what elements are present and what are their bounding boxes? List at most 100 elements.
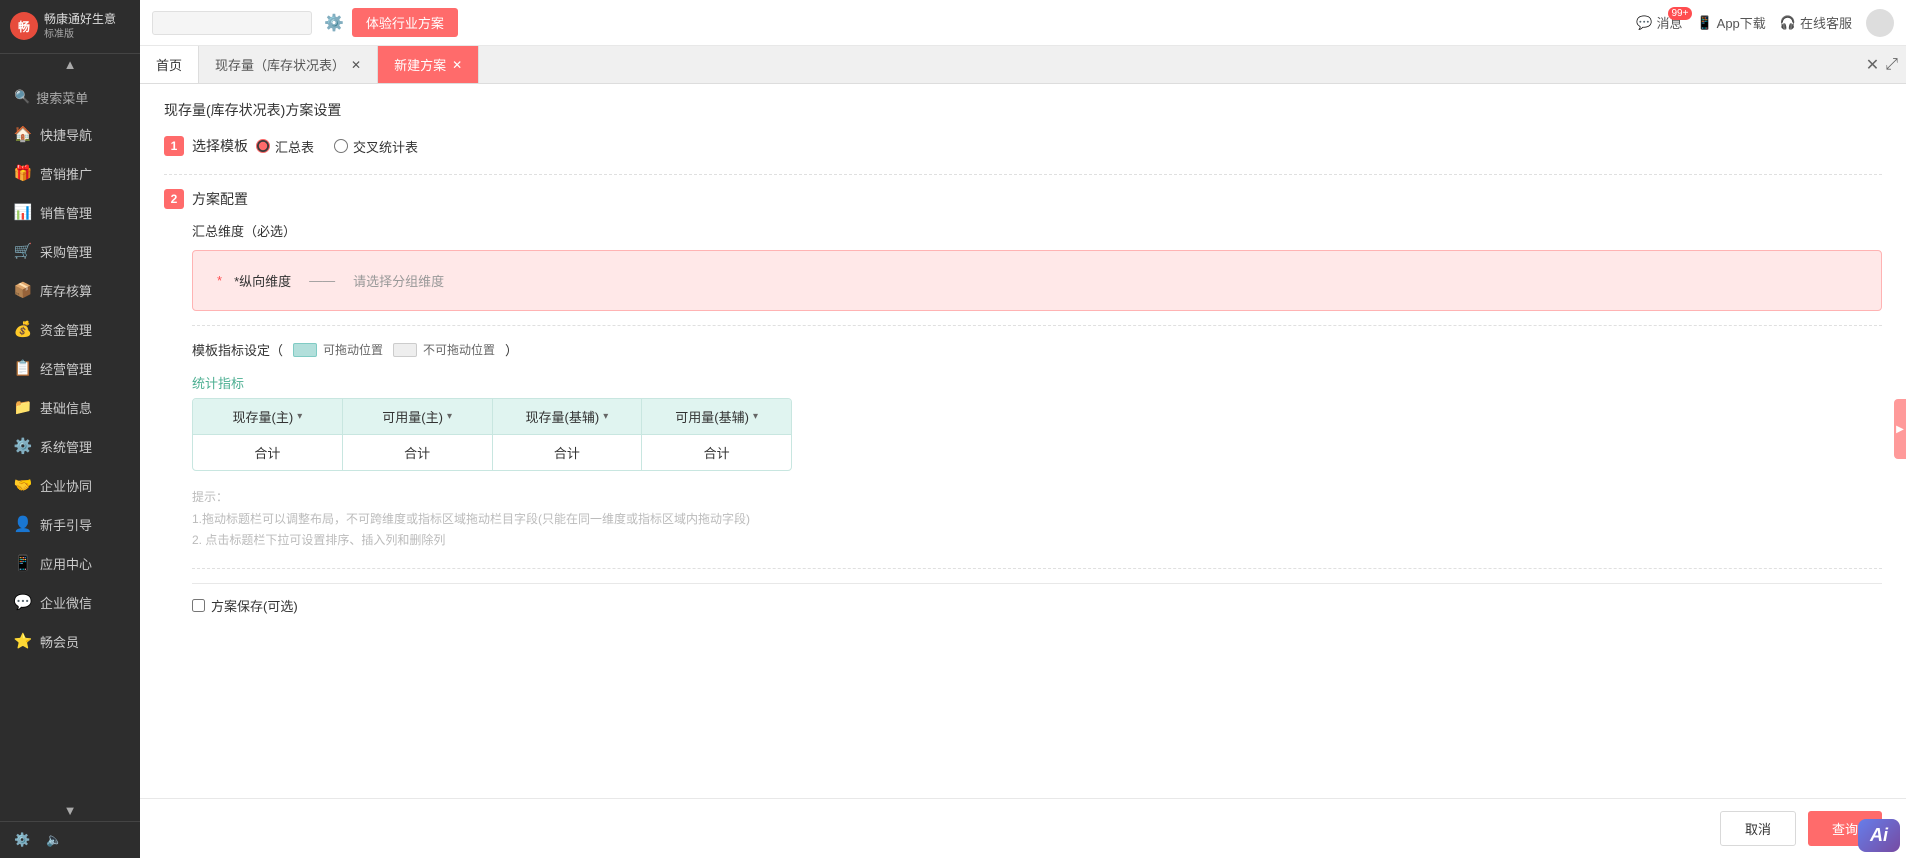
legend-fixed: 不可拖动位置 bbox=[393, 341, 495, 358]
tab-new-scheme-close[interactable]: ✕ bbox=[452, 58, 462, 72]
tab-expand-icon[interactable]: ⤢ bbox=[1885, 56, 1898, 74]
sidebar-item-inventory[interactable]: 📦 库存核算 bbox=[0, 271, 140, 310]
radio-summary-input[interactable] bbox=[256, 139, 270, 153]
stats-col-0-label: 现存量(主) bbox=[233, 407, 294, 426]
save-row: 方案保存(可选) bbox=[192, 583, 1882, 615]
sidebar: 畅 畅康通好生意 标准版 ▲ 🔍 搜索菜单 🏠 快捷导航 🎁 营销推广 📊 销售… bbox=[0, 0, 140, 858]
sidebar-item-marketing[interactable]: 🎁 营销推广 bbox=[0, 154, 140, 193]
topbar-right: 💬 消息 99+ 📱 App下载 🎧 在线客服 bbox=[1636, 9, 1894, 37]
tabs-actions: ✕ ⤢ bbox=[1858, 55, 1906, 75]
sidebar-footer: ⚙️ 🔈 bbox=[0, 821, 140, 858]
step2-section: 2 方案配置 汇总维度（必选） * *纵向维度 —— 请选择分组维度 模板指标设… bbox=[164, 189, 1882, 615]
tab-home[interactable]: 首页 bbox=[140, 46, 199, 83]
online-service-btn[interactable]: 🎧 在线客服 bbox=[1780, 13, 1852, 32]
sidebar-item-label: 企业微信 bbox=[40, 593, 92, 612]
stats-col-2-label: 现存量(基辅) bbox=[526, 407, 600, 426]
summary-dimension-label: 汇总维度（必选） bbox=[192, 221, 1882, 240]
sidebar-item-member[interactable]: ⭐ 畅会员 bbox=[0, 622, 140, 661]
online-service-label: 在线客服 bbox=[1800, 13, 1852, 32]
app-download-label: App下载 bbox=[1717, 13, 1766, 32]
chevron-down-icon-2[interactable]: ▾ bbox=[603, 411, 608, 422]
topbar-search-input[interactable] bbox=[152, 11, 312, 35]
dimension-box: * *纵向维度 —— 请选择分组维度 bbox=[192, 250, 1882, 311]
page-title: 现存量(库存状况表)方案设置 bbox=[164, 100, 1882, 120]
sidebar-item-label: 系统管理 bbox=[40, 437, 92, 456]
tab-inventory-close[interactable]: ✕ bbox=[351, 58, 361, 72]
sidebar-item-system[interactable]: ⚙️ 系统管理 bbox=[0, 427, 140, 466]
scroll-up-btn[interactable]: ▲ bbox=[0, 54, 140, 76]
scroll-down-btn[interactable]: ▼ bbox=[0, 799, 140, 821]
message-btn[interactable]: 💬 消息 99+ bbox=[1636, 13, 1682, 32]
sidebar-item-label: 畅会员 bbox=[40, 632, 79, 651]
stats-table: 现存量(主) ▾ 可用量(主) ▾ 现存量(基辅) ▾ bbox=[192, 398, 792, 471]
chevron-down-icon-0[interactable]: ▾ bbox=[297, 411, 302, 422]
sidebar-item-cooperation[interactable]: 🤝 企业协同 bbox=[0, 466, 140, 505]
sidebar-item-purchase[interactable]: 🛒 采购管理 bbox=[0, 232, 140, 271]
sidebar-item-app-center[interactable]: 📱 应用中心 bbox=[0, 544, 140, 583]
tip-1: 2. 点击标题栏下拉可设置排序、插入列和删除列 bbox=[192, 530, 1882, 552]
template-settings-prefix: 模板指标设定（ bbox=[192, 340, 283, 359]
user-icon: 👤 bbox=[14, 515, 32, 533]
radio-cross[interactable]: 交叉统计表 bbox=[334, 137, 418, 156]
stats-col-3[interactable]: 可用量(基辅) ▾ bbox=[642, 399, 791, 434]
sidebar-item-sales[interactable]: 📊 销售管理 bbox=[0, 193, 140, 232]
message-badge: 99+ bbox=[1668, 7, 1693, 20]
sidebar-nav: 🔍 搜索菜单 🏠 快捷导航 🎁 营销推广 📊 销售管理 🛒 采购管理 📦 库存核… bbox=[0, 76, 140, 799]
sidebar-item-operations[interactable]: 📋 经营管理 bbox=[0, 349, 140, 388]
topbar-gear-icon[interactable]: ⚙️ bbox=[324, 13, 344, 33]
section-divider-1 bbox=[164, 174, 1882, 175]
stats-col-1[interactable]: 可用量(主) ▾ bbox=[343, 399, 493, 434]
tab-close-all-icon[interactable]: ✕ bbox=[1866, 55, 1879, 75]
sidebar-search[interactable]: 🔍 搜索菜单 bbox=[0, 80, 140, 115]
step2-header: 2 方案配置 bbox=[164, 189, 1882, 209]
sidebar-item-basic-info[interactable]: 📁 基础信息 bbox=[0, 388, 140, 427]
right-edge-handle[interactable]: ▶ bbox=[1894, 399, 1906, 459]
stats-cell-3: 合计 bbox=[642, 434, 791, 470]
step2-number: 2 bbox=[164, 189, 184, 209]
gear-icon: ⚙️ bbox=[14, 437, 32, 455]
step1-number: 1 bbox=[164, 136, 184, 156]
ai-badge[interactable]: Ai bbox=[1858, 819, 1900, 852]
sound-icon[interactable]: 🔈 bbox=[46, 832, 62, 848]
step2-body: 汇总维度（必选） * *纵向维度 —— 请选择分组维度 模板指标设定（ 可拖动位… bbox=[164, 221, 1882, 615]
sidebar-item-quick-nav[interactable]: 🏠 快捷导航 bbox=[0, 115, 140, 154]
app-download-btn[interactable]: 📱 App下载 bbox=[1696, 13, 1765, 32]
box-icon: 📦 bbox=[14, 281, 32, 299]
mobile-icon: 📱 bbox=[14, 554, 32, 572]
sidebar-item-guide[interactable]: 👤 新手引导 bbox=[0, 505, 140, 544]
handshake-icon: 🤝 bbox=[14, 476, 32, 494]
search-icon: 🔍 bbox=[14, 89, 30, 105]
required-star: * bbox=[217, 273, 222, 288]
radio-cross-label: 交叉统计表 bbox=[353, 137, 418, 156]
template-settings-label: 模板指标设定（ 可拖动位置 不可拖动位置 ） bbox=[192, 340, 1882, 359]
radio-summary[interactable]: 汇总表 bbox=[256, 137, 314, 156]
sidebar-item-label: 经营管理 bbox=[40, 359, 92, 378]
tab-inventory-status[interactable]: 现存量（库存状况表） ✕ bbox=[199, 46, 378, 83]
legend-draggable: 可拖动位置 bbox=[293, 341, 383, 358]
stats-col-3-label: 可用量(基辅) bbox=[675, 407, 749, 426]
chat-icon: 💬 bbox=[14, 593, 32, 611]
trial-button[interactable]: 体验行业方案 bbox=[352, 8, 458, 37]
tab-inventory-label: 现存量（库存状况表） bbox=[215, 55, 345, 74]
tab-new-scheme[interactable]: 新建方案 ✕ bbox=[378, 46, 479, 83]
footer-bar: 取消 查询 bbox=[140, 798, 1906, 858]
radio-cross-input[interactable] bbox=[334, 139, 348, 153]
stats-col-0[interactable]: 现存量(主) ▾ bbox=[193, 399, 343, 434]
sidebar-item-wechat[interactable]: 💬 企业微信 bbox=[0, 583, 140, 622]
sidebar-item-label: 资金管理 bbox=[40, 320, 92, 339]
sidebar-item-finance[interactable]: 💰 资金管理 bbox=[0, 310, 140, 349]
download-icon: 📱 bbox=[1696, 15, 1712, 31]
tips-section: 提示： 1.拖动标题栏可以调整布局，不可跨维度或指标区域拖动栏目字段(只能在同一… bbox=[192, 487, 1882, 552]
cancel-button[interactable]: 取消 bbox=[1720, 811, 1796, 846]
settings-icon[interactable]: ⚙️ bbox=[14, 832, 30, 848]
stats-col-2[interactable]: 现存量(基辅) ▾ bbox=[493, 399, 643, 434]
dimension-dash: —— bbox=[309, 273, 335, 288]
user-avatar[interactable] bbox=[1866, 9, 1894, 37]
stats-cell-1: 合计 bbox=[343, 434, 493, 470]
chevron-down-icon-1[interactable]: ▾ bbox=[447, 411, 452, 422]
chevron-down-icon-3[interactable]: ▾ bbox=[753, 411, 758, 422]
tips-title: 提示： bbox=[192, 487, 1882, 509]
home-icon: 🏠 bbox=[14, 125, 32, 143]
save-checkbox[interactable] bbox=[192, 599, 205, 612]
step2-label: 方案配置 bbox=[192, 189, 248, 209]
